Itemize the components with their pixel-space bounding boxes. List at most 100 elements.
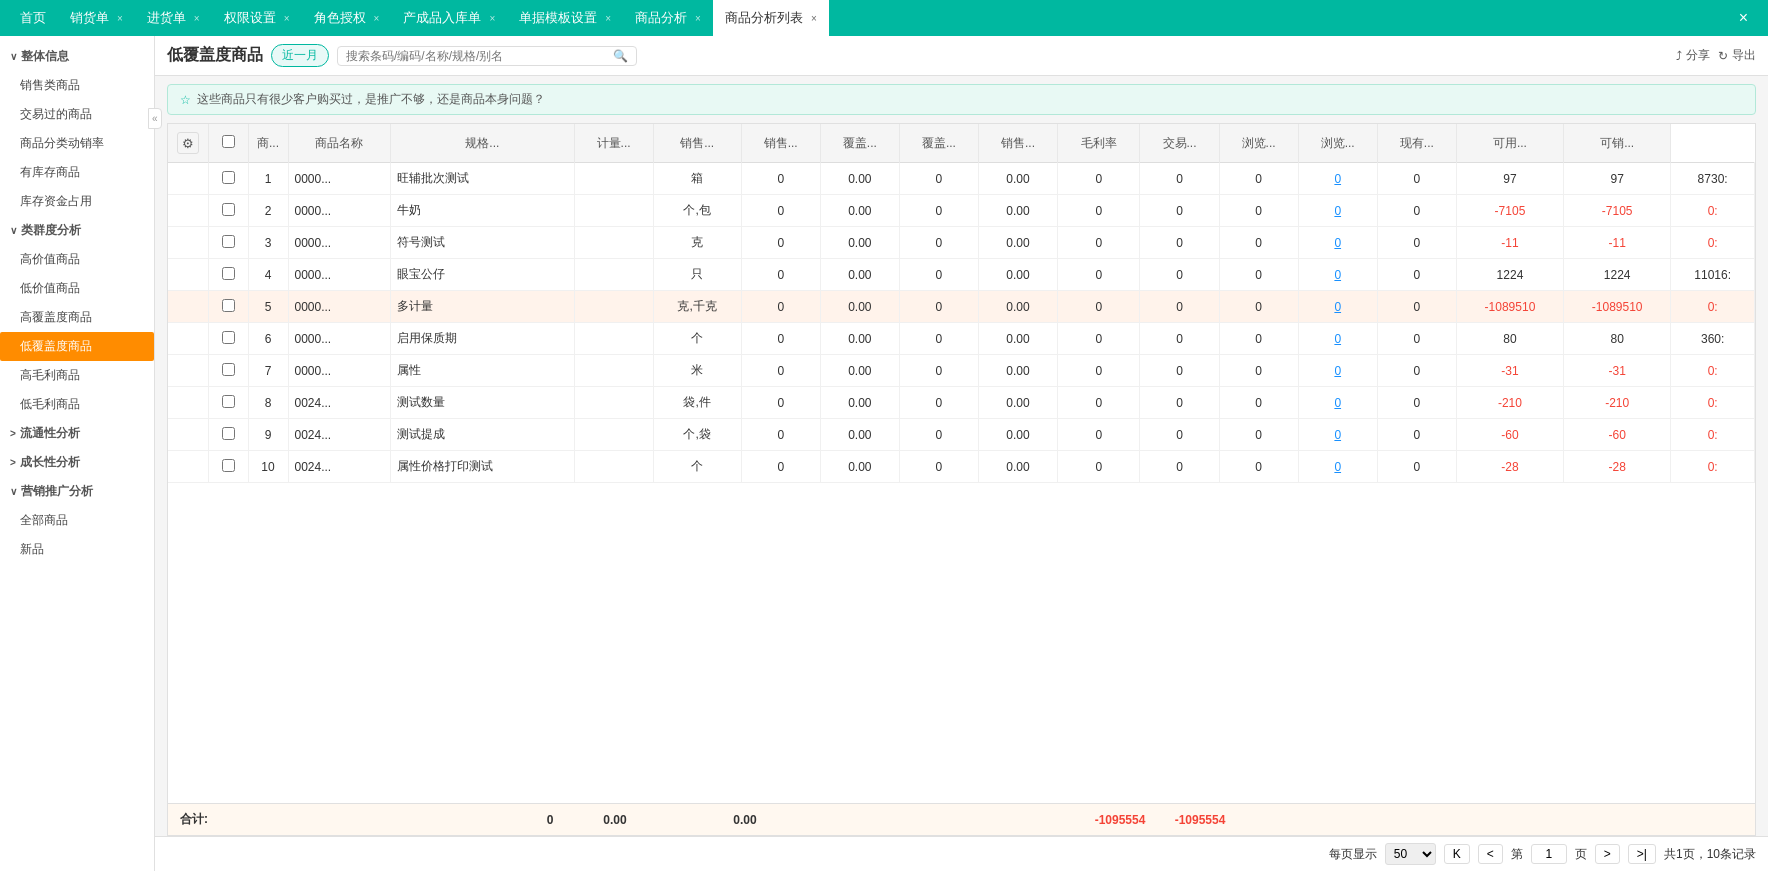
row-checkbox[interactable]	[222, 363, 235, 376]
sidebar-item-new-goods[interactable]: 新品	[0, 535, 154, 564]
nav-product-analysis[interactable]: 商品分析 ×	[623, 0, 713, 36]
share-button[interactable]: ⤴ 分享	[1676, 47, 1710, 64]
row-browse1[interactable]: 0	[1298, 195, 1377, 227]
row-checkbox-cell[interactable]	[208, 195, 248, 227]
nav-template-settings[interactable]: 单据模板设置 ×	[507, 0, 623, 36]
sidebar-item-high-coverage[interactable]: 高覆盖度商品	[0, 303, 154, 332]
row-checkbox[interactable]	[222, 299, 235, 312]
close-all-button[interactable]: ×	[1727, 9, 1760, 27]
sidebar-item-low-margin[interactable]: 低毛利商品	[0, 390, 154, 419]
search-input[interactable]	[346, 49, 609, 63]
sidebar-section-growth[interactable]: > 成长性分析	[0, 448, 154, 477]
row-index: 9	[248, 419, 288, 451]
row-sales-amt: 0.00	[820, 419, 899, 451]
row-browse1[interactable]: 0	[1298, 227, 1377, 259]
row-browse2: 0	[1377, 227, 1456, 259]
row-gross-rate: 0	[1140, 291, 1219, 323]
row-available: 80	[1564, 323, 1671, 355]
sidebar-item-high-margin[interactable]: 高毛利商品	[0, 361, 154, 390]
sidebar-item-low-value[interactable]: 低价值商品	[0, 274, 154, 303]
sidebar-item-traded-goods[interactable]: 交易过的商品	[0, 100, 154, 129]
row-checkbox[interactable]	[222, 171, 235, 184]
row-checkbox-cell[interactable]	[208, 355, 248, 387]
close-icon[interactable]: ×	[811, 13, 817, 24]
nav-product-analysis-list[interactable]: 商品分析列表 ×	[713, 0, 829, 36]
close-icon[interactable]: ×	[605, 13, 611, 24]
row-name: 符号测试	[391, 227, 574, 259]
sidebar-section-marketing[interactable]: ∨ 营销推广分析	[0, 477, 154, 506]
close-icon[interactable]: ×	[695, 13, 701, 24]
nav-role-auth[interactable]: 角色授权 ×	[302, 0, 392, 36]
row-available: 97	[1564, 163, 1671, 195]
col-settings[interactable]: ⚙	[168, 124, 208, 163]
row-browse1[interactable]: 0	[1298, 419, 1377, 451]
close-icon[interactable]: ×	[374, 13, 380, 24]
row-checkbox[interactable]	[222, 203, 235, 216]
sidebar-section-overall[interactable]: ∨ 整体信息	[0, 42, 154, 71]
nav-sales[interactable]: 销货单 ×	[58, 0, 135, 36]
close-icon[interactable]: ×	[284, 13, 290, 24]
close-icon[interactable]: ×	[194, 13, 200, 24]
row-checkbox-cell[interactable]	[208, 259, 248, 291]
nav-home[interactable]: 首页	[8, 0, 58, 36]
settings-icon[interactable]: ⚙	[177, 132, 199, 154]
sidebar-item-all-goods[interactable]: 全部商品	[0, 506, 154, 535]
col-trade: 交易...	[1140, 124, 1219, 163]
sidebar-item-stocked-goods[interactable]: 有库存商品	[0, 158, 154, 187]
next-page-button[interactable]: >	[1595, 844, 1620, 864]
row-checkbox-cell[interactable]	[208, 227, 248, 259]
row-browse1[interactable]: 0	[1298, 387, 1377, 419]
close-icon[interactable]: ×	[117, 13, 123, 24]
page-input[interactable]	[1531, 844, 1567, 864]
search-box[interactable]: 🔍	[337, 46, 637, 66]
sidebar-item-high-value[interactable]: 高价值商品	[0, 245, 154, 274]
row-checkbox-cell[interactable]	[208, 419, 248, 451]
first-page-button[interactable]: K	[1444, 844, 1470, 864]
per-page-select[interactable]: 50 10 20 100	[1385, 843, 1436, 865]
nav-permissions[interactable]: 权限设置 ×	[212, 0, 302, 36]
row-checkbox[interactable]	[222, 235, 235, 248]
nav-product-warehouse[interactable]: 产成品入库单 ×	[391, 0, 507, 36]
row-browse1[interactable]: 0	[1298, 323, 1377, 355]
row-checkbox[interactable]	[222, 427, 235, 440]
prev-page-button[interactable]: <	[1478, 844, 1503, 864]
data-table-container[interactable]: ⚙ 商... 商品名称 规格... 计量... 销售... 销售... 覆盖..…	[167, 123, 1756, 804]
row-browse1[interactable]: 0	[1298, 259, 1377, 291]
row-sales-amt: 0.00	[820, 259, 899, 291]
row-checkbox-cell[interactable]	[208, 291, 248, 323]
col-sales3: 销售...	[978, 124, 1057, 163]
sidebar-item-low-coverage[interactable]: 低覆盖度商品	[0, 332, 154, 361]
row-browse1[interactable]: 0	[1298, 355, 1377, 387]
row-browse1[interactable]: 0	[1298, 451, 1377, 483]
row-checkbox[interactable]	[222, 395, 235, 408]
row-checkbox[interactable]	[222, 331, 235, 344]
sidebar-item-category-rate[interactable]: 商品分类动销率	[0, 129, 154, 158]
row-checkbox[interactable]	[222, 459, 235, 472]
close-icon[interactable]: ×	[489, 13, 495, 24]
row-sellable: 0:	[1671, 355, 1755, 387]
nav-purchase[interactable]: 进货单 ×	[135, 0, 212, 36]
row-checkbox-cell[interactable]	[208, 387, 248, 419]
row-spec	[574, 259, 653, 291]
row-browse1[interactable]: 0	[1298, 291, 1377, 323]
sidebar-section-category-analysis[interactable]: ∨ 类群度分析	[0, 216, 154, 245]
row-checkbox[interactable]	[222, 267, 235, 280]
row-checkbox-cell[interactable]	[208, 163, 248, 195]
col-checkbox[interactable]	[208, 124, 248, 163]
sidebar-section-liquidity[interactable]: > 流通性分析	[0, 419, 154, 448]
last-page-button[interactable]: >|	[1628, 844, 1656, 864]
row-checkbox-cell[interactable]	[208, 323, 248, 355]
export-button[interactable]: ↻ 导出	[1718, 47, 1756, 64]
row-code: 0024...	[288, 419, 391, 451]
row-checkbox-cell[interactable]	[208, 451, 248, 483]
row-name: 眼宝公仔	[391, 259, 574, 291]
select-all-checkbox[interactable]	[222, 135, 235, 148]
sidebar-item-sales-goods[interactable]: 销售类商品	[0, 71, 154, 100]
row-browse2: 0	[1377, 195, 1456, 227]
row-available: -1089510	[1564, 291, 1671, 323]
row-current: -1089510	[1456, 291, 1563, 323]
period-button[interactable]: 近一月	[271, 44, 329, 67]
sidebar-collapse-button[interactable]: «	[148, 108, 162, 129]
sidebar-item-inventory-capital[interactable]: 库存资金占用	[0, 187, 154, 216]
row-browse1[interactable]: 0	[1298, 163, 1377, 195]
